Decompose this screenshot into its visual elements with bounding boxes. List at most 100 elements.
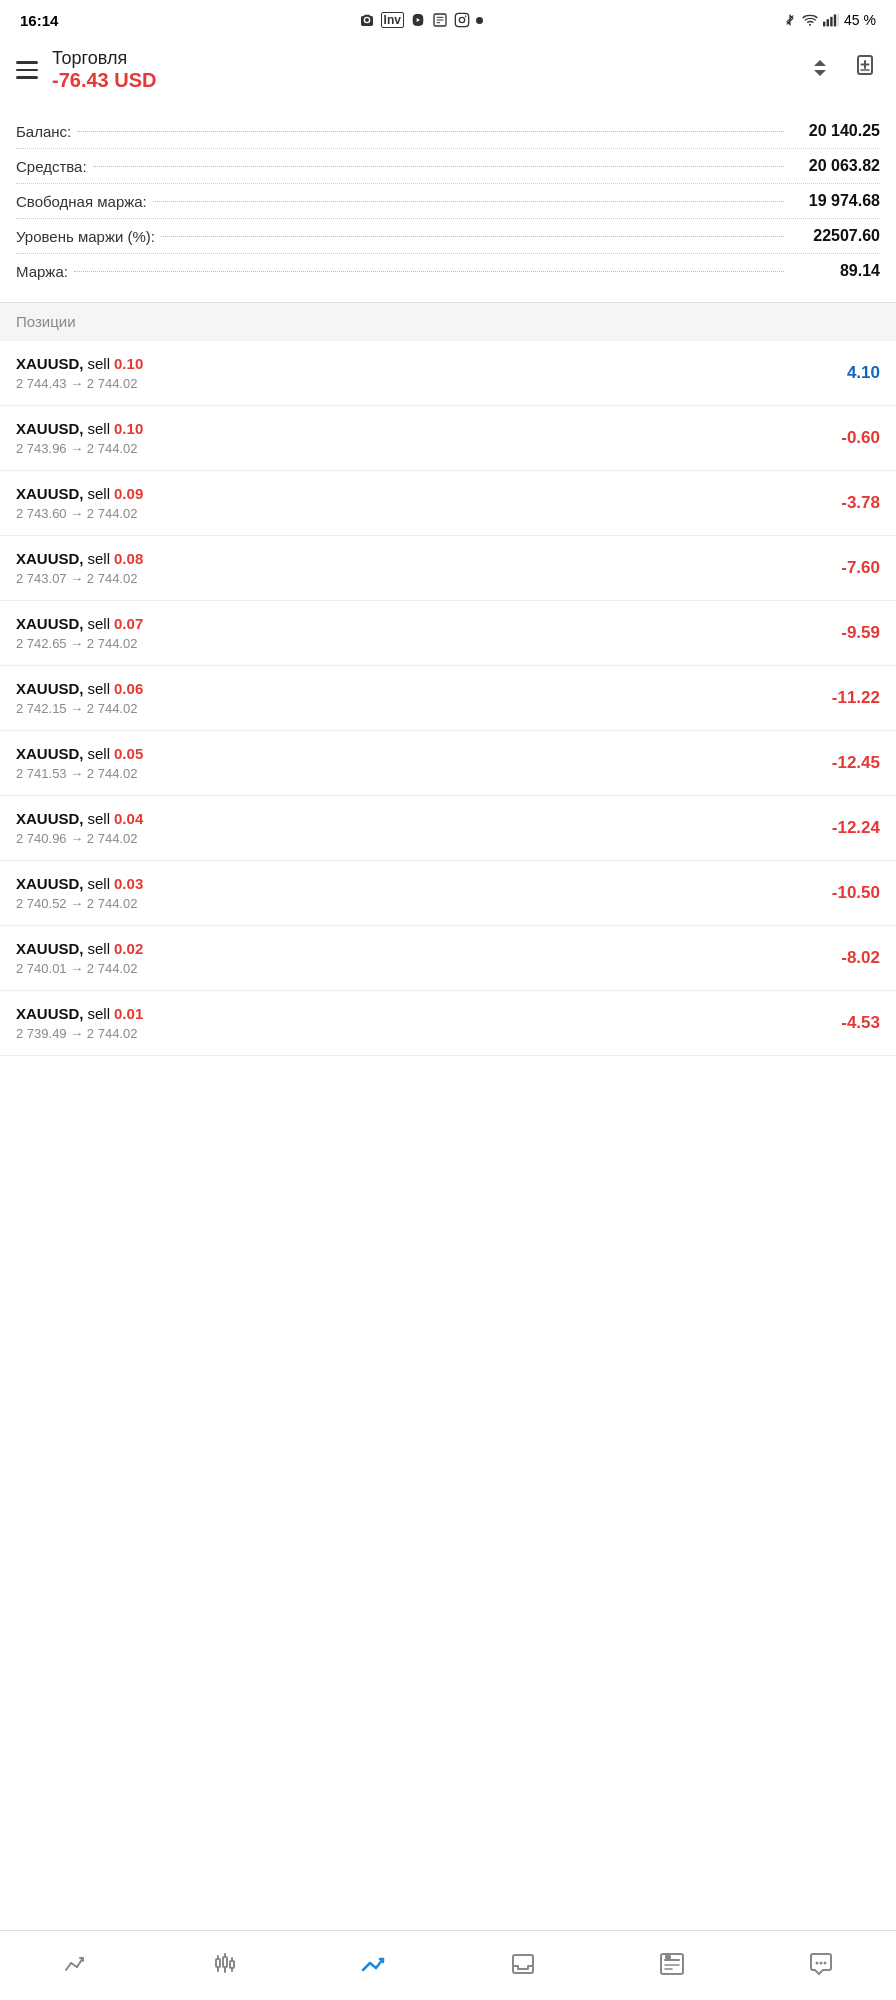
position-left-4: XAUUSD, sell 0.07 2 742.65 → 2 744.02: [16, 615, 143, 651]
nav-trending[interactable]: [299, 1950, 448, 1978]
sort-icon: [806, 54, 834, 82]
position-left-0: XAUUSD, sell 0.10 2 744.43 → 2 744.02: [16, 355, 143, 391]
position-type-4: sell: [88, 615, 111, 632]
add-document-button[interactable]: [852, 54, 880, 86]
nav-inbox[interactable]: [448, 1950, 597, 1978]
news-icon: [658, 1950, 686, 1978]
balance-dots-2: [153, 201, 784, 202]
svg-point-38: [816, 1961, 819, 1964]
position-type-0: sell: [88, 355, 111, 372]
nav-news[interactable]: [597, 1950, 746, 1978]
position-item-9[interactable]: XAUUSD, sell 0.02 2 740.01 → 2 744.02 -8…: [0, 926, 896, 991]
svg-rect-4: [455, 13, 468, 26]
balance-value-2: 19 974.68: [790, 192, 880, 210]
position-item-1[interactable]: XAUUSD, sell 0.10 2 743.96 → 2 744.02 -0…: [0, 406, 896, 471]
position-lot-10: 0.01: [114, 1005, 143, 1022]
position-item-8[interactable]: XAUUSD, sell 0.03 2 740.52 → 2 744.02 -1…: [0, 861, 896, 926]
svg-rect-11: [834, 14, 836, 26]
position-type-3: sell: [88, 550, 111, 567]
page-title: Торговля: [52, 48, 157, 69]
chat-icon: [807, 1950, 835, 1978]
position-left-7: XAUUSD, sell 0.04 2 740.96 → 2 744.02: [16, 810, 143, 846]
position-item-0[interactable]: XAUUSD, sell 0.10 2 744.43 → 2 744.02 4.…: [0, 341, 896, 406]
position-item-5[interactable]: XAUUSD, sell 0.06 2 742.15 → 2 744.02 -1…: [0, 666, 896, 731]
svg-rect-8: [823, 22, 825, 27]
svg-rect-9: [827, 19, 829, 26]
nav-chart[interactable]: [149, 1950, 298, 1978]
position-item-7[interactable]: XAUUSD, sell 0.04 2 740.96 → 2 744.02 -1…: [0, 796, 896, 861]
svg-rect-33: [661, 1954, 683, 1974]
position-left-10: XAUUSD, sell 0.01 2 739.49 → 2 744.02: [16, 1005, 143, 1041]
balance-dots-3: [161, 236, 784, 237]
position-left-8: XAUUSD, sell 0.03 2 740.52 → 2 744.02: [16, 875, 143, 911]
svg-point-6: [465, 16, 467, 18]
position-item-2[interactable]: XAUUSD, sell 0.09 2 743.60 → 2 744.02 -3…: [0, 471, 896, 536]
wpforms-status-icon: [432, 12, 448, 28]
wifi-icon: [802, 12, 818, 28]
position-left-5: XAUUSD, sell 0.06 2 742.15 → 2 744.02: [16, 680, 143, 716]
trade-icon: [61, 1950, 89, 1978]
svg-rect-23: [223, 1957, 227, 1967]
position-lot-0: 0.10: [114, 355, 143, 372]
position-type-8: sell: [88, 875, 111, 892]
position-type-5: sell: [88, 680, 111, 697]
nav-trade[interactable]: [0, 1950, 149, 1978]
svg-rect-37: [665, 1955, 671, 1959]
position-symbol-6: XAUUSD,: [16, 745, 84, 762]
trending-icon: [359, 1950, 387, 1978]
position-prices-3: 2 743.07 → 2 744.02: [16, 571, 143, 586]
position-lot-2: 0.09: [114, 485, 143, 502]
svg-point-5: [459, 17, 464, 22]
header-right: [806, 54, 880, 86]
position-pnl-10: -4.53: [810, 1013, 880, 1033]
svg-rect-12: [837, 14, 839, 27]
position-pnl-7: -12.24: [810, 818, 880, 838]
position-prices-10: 2 739.49 → 2 744.02: [16, 1026, 143, 1041]
position-prices-1: 2 743.96 → 2 744.02: [16, 441, 143, 456]
position-type-10: sell: [88, 1005, 111, 1022]
position-symbol-8: XAUUSD,: [16, 875, 84, 892]
account-balance-header: -76.43 USD: [52, 69, 157, 92]
svg-rect-10: [830, 17, 832, 27]
nav-chat[interactable]: [747, 1950, 896, 1978]
status-bar: 16:14 Inv: [0, 0, 896, 40]
svg-rect-32: [513, 1955, 533, 1973]
position-item-10[interactable]: XAUUSD, sell 0.01 2 739.49 → 2 744.02 -4…: [0, 991, 896, 1056]
position-pnl-3: -7.60: [810, 558, 880, 578]
position-left-1: XAUUSD, sell 0.10 2 743.96 → 2 744.02: [16, 420, 143, 456]
position-pnl-9: -8.02: [810, 948, 880, 968]
svg-line-17: [66, 1963, 71, 1970]
balance-section: Баланс: 20 140.25 Средства: 20 063.82 Св…: [0, 104, 896, 302]
menu-button[interactable]: [16, 61, 38, 79]
instagram-status-icon: [454, 12, 470, 28]
header-left: Торговля -76.43 USD: [16, 48, 157, 92]
notification-dot: [476, 17, 483, 24]
position-symbol-9: XAUUSD,: [16, 940, 84, 957]
position-symbol-row-10: XAUUSD, sell 0.01: [16, 1005, 143, 1022]
status-icons: Inv: [359, 12, 483, 28]
inv-icon: Inv: [381, 12, 404, 28]
position-item-4[interactable]: XAUUSD, sell 0.07 2 742.65 → 2 744.02 -9…: [0, 601, 896, 666]
position-item-3[interactable]: XAUUSD, sell 0.08 2 743.07 → 2 744.02 -7…: [0, 536, 896, 601]
position-lot-6: 0.05: [114, 745, 143, 762]
position-item-6[interactable]: XAUUSD, sell 0.05 2 741.53 → 2 744.02 -1…: [0, 731, 896, 796]
balance-dots-1: [93, 166, 784, 167]
position-prices-4: 2 742.65 → 2 744.02: [16, 636, 143, 651]
position-symbol-4: XAUUSD,: [16, 615, 84, 632]
position-left-3: XAUUSD, sell 0.08 2 743.07 → 2 744.02: [16, 550, 143, 586]
position-symbol-row-0: XAUUSD, sell 0.10: [16, 355, 143, 372]
svg-line-29: [363, 1963, 370, 1970]
svg-line-18: [71, 1963, 77, 1967]
balance-dots-0: [77, 131, 784, 132]
sort-button[interactable]: [806, 54, 834, 86]
position-symbol-7: XAUUSD,: [16, 810, 84, 827]
balance-row-0: Баланс: 20 140.25: [16, 114, 880, 149]
position-type-7: sell: [88, 810, 111, 827]
position-symbol-0: XAUUSD,: [16, 355, 84, 372]
balance-value-4: 89.14: [790, 262, 880, 280]
svg-point-40: [824, 1961, 827, 1964]
position-pnl-4: -9.59: [810, 623, 880, 643]
position-symbol-1: XAUUSD,: [16, 420, 84, 437]
position-lot-3: 0.08: [114, 550, 143, 567]
camera-status-icon: [359, 12, 375, 28]
